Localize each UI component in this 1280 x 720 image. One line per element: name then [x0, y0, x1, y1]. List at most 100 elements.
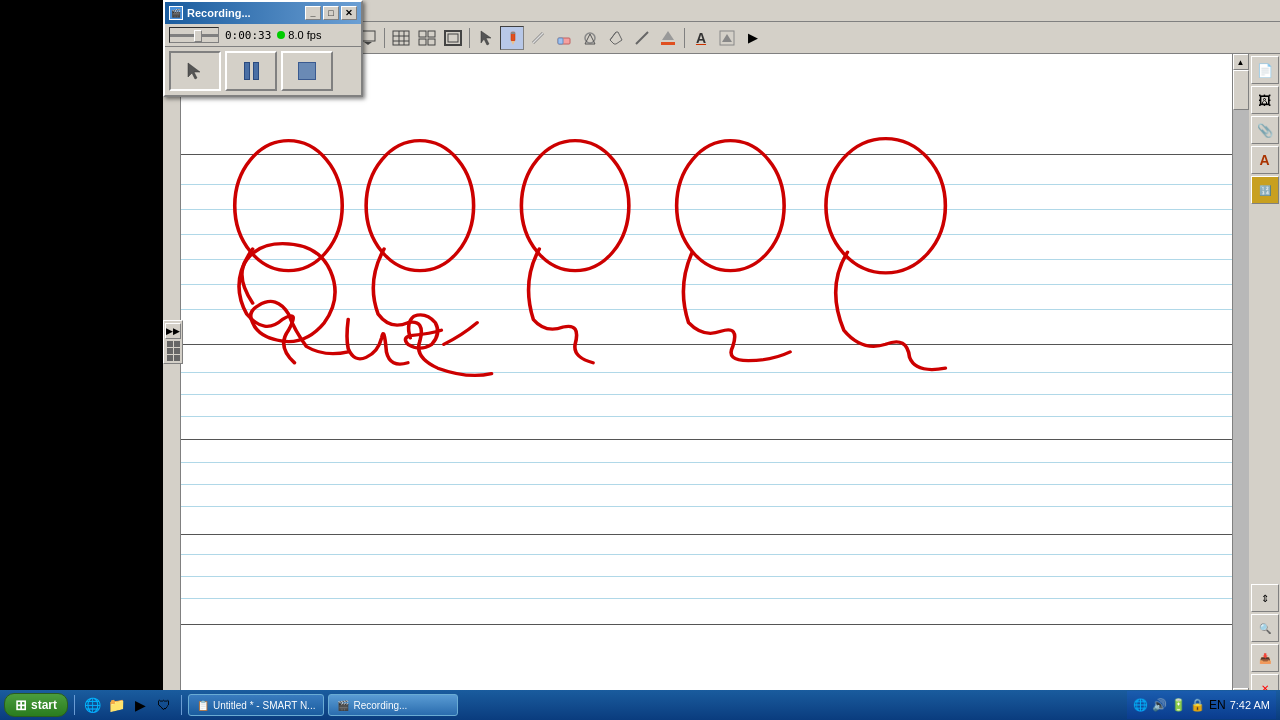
zoom-in-btn[interactable]: 🔍	[1251, 614, 1279, 642]
scroll-track[interactable]	[1233, 70, 1249, 688]
frame-btn[interactable]	[441, 26, 465, 50]
taskbar-clock: 7:42 AM	[1230, 699, 1270, 711]
svg-rect-40	[661, 42, 675, 45]
ie-icon[interactable]: 🌐	[81, 694, 103, 716]
pause-icon	[244, 62, 259, 80]
whiteboard[interactable]	[181, 54, 1232, 704]
text-color-icon: A	[696, 30, 706, 46]
text-insert-btn[interactable]	[715, 26, 739, 50]
svg-rect-29	[511, 32, 515, 34]
battery-icon[interactable]: 🔋	[1171, 698, 1186, 712]
recording-title-icon: 🎬	[169, 6, 183, 20]
line-icon	[634, 30, 650, 46]
svg-marker-14	[364, 42, 372, 45]
grid-dot-6	[174, 355, 180, 361]
pause-bar-left	[244, 62, 250, 80]
cursor-btn[interactable]	[169, 51, 221, 91]
taskbar-sep1	[74, 695, 75, 715]
fps-value: 8.0 fps	[288, 29, 321, 41]
recording-taskbar-btn[interactable]: 🎬 Recording...	[328, 694, 458, 716]
pen-btn[interactable]	[500, 26, 524, 50]
select-btn[interactable]	[474, 26, 498, 50]
svg-marker-26	[481, 31, 491, 45]
volume-track	[170, 34, 218, 37]
start-label: start	[31, 698, 57, 712]
volume-thumb	[194, 30, 202, 42]
language-icon[interactable]: EN	[1209, 698, 1226, 712]
svg-rect-21	[428, 31, 435, 37]
grid-dot-1	[167, 341, 173, 347]
frame-icon	[444, 30, 462, 46]
pause-btn[interactable]	[225, 51, 277, 91]
svg-rect-15	[393, 31, 409, 45]
fill-btn[interactable]	[656, 26, 680, 50]
scroll-up-btn[interactable]: ▲	[1233, 54, 1249, 70]
recording-controls-row: 0:00:33 8.0 fps	[165, 24, 361, 47]
stop-icon	[298, 62, 316, 80]
gallery-btn[interactable]: 🖼	[1251, 86, 1279, 114]
stop-btn[interactable]	[281, 51, 333, 91]
recording-minimize-btn[interactable]: _	[305, 6, 321, 20]
properties-btn[interactable]: A	[1251, 146, 1279, 174]
recording-close-btn[interactable]: ✕	[341, 6, 357, 20]
shapes-btn[interactable]	[578, 26, 602, 50]
eraser-btn[interactable]	[552, 26, 576, 50]
system-tray: 🌐 🔊 🔋 🔒 EN 7:42 AM	[1127, 691, 1276, 719]
table-btn[interactable]	[389, 26, 413, 50]
grid-dot-5	[167, 355, 173, 361]
attachments-btn[interactable]: 📎	[1251, 116, 1279, 144]
svg-rect-24	[445, 31, 461, 45]
quick-launch-group: 🌐 📁 ▶ 🛡	[81, 694, 175, 716]
smart-notebook-taskbar-btn[interactable]: 📋 Untitled * - SMART N...	[188, 694, 324, 716]
svg-point-47	[826, 139, 945, 273]
explorer-icon[interactable]: 📁	[105, 694, 127, 716]
windows-logo: ⊞	[15, 697, 27, 713]
collapse-panel: ▶▶	[163, 320, 183, 364]
text-color-btn[interactable]: A	[689, 26, 713, 50]
volume-slider[interactable]	[169, 27, 219, 43]
svg-rect-25	[448, 34, 458, 42]
start-button[interactable]: ⊞ start	[4, 693, 68, 717]
recording-time: 0:00:33	[225, 29, 271, 42]
taskbar-sep2	[181, 695, 182, 715]
add-page-btn[interactable]: 📥	[1251, 644, 1279, 672]
line-btn[interactable]	[630, 26, 654, 50]
svg-rect-23	[428, 39, 435, 45]
highlighter-btn[interactable]	[526, 26, 550, 50]
cursor-icon	[185, 61, 205, 81]
svg-marker-0	[188, 63, 200, 79]
content-area: ▲ ▼ 📄 🖼 📎 A 🔢 ⇕ 🔍 📥 ✕	[163, 54, 1280, 704]
volume-icon[interactable]: 🔊	[1152, 698, 1167, 712]
recording-buttons	[165, 47, 361, 95]
recording-task-label: Recording...	[353, 700, 407, 711]
more-btn[interactable]: ▶	[741, 26, 765, 50]
toolbar-sep2	[384, 28, 385, 48]
media-icon[interactable]: ▶	[129, 694, 151, 716]
pencil2-btn[interactable]	[604, 26, 628, 50]
scroll-thumb[interactable]	[1233, 70, 1249, 110]
pencil2-icon	[608, 30, 624, 46]
handwriting-canvas	[181, 54, 1232, 704]
antivirus-icon[interactable]: 🛡	[153, 694, 175, 716]
recording-maximize-btn[interactable]: □	[323, 6, 339, 20]
svg-line-37	[610, 32, 616, 40]
zoom-handle-btn[interactable]: ⇕	[1251, 584, 1279, 612]
svg-line-31	[533, 33, 543, 43]
network-icon[interactable]: 🌐	[1133, 698, 1148, 712]
right-sidebar: 📄 🖼 📎 A 🔢 ⇕ 🔍 📥 ✕	[1248, 54, 1280, 704]
svg-line-38	[636, 32, 648, 44]
grid-icon-area	[167, 341, 180, 361]
svg-marker-39	[662, 31, 674, 40]
grid-btn[interactable]	[415, 26, 439, 50]
fps-green-dot	[277, 31, 285, 39]
calculator-btn[interactable]: 🔢	[1251, 176, 1279, 204]
expand-btn[interactable]: ▶▶	[165, 323, 181, 339]
svg-rect-33	[558, 38, 563, 44]
page-sorter-btn[interactable]: 📄	[1251, 56, 1279, 84]
main-app: Response Help ↩ ↪ ✕	[163, 0, 1280, 720]
toolbar-sep3	[469, 28, 470, 48]
security-icon[interactable]: 🔒	[1190, 698, 1205, 712]
taskbar: ⊞ start 🌐 📁 ▶ 🛡 📋 Untitled * - SMART N..…	[0, 690, 1280, 720]
grid-dot-3	[167, 348, 173, 354]
svg-marker-42	[722, 34, 732, 42]
